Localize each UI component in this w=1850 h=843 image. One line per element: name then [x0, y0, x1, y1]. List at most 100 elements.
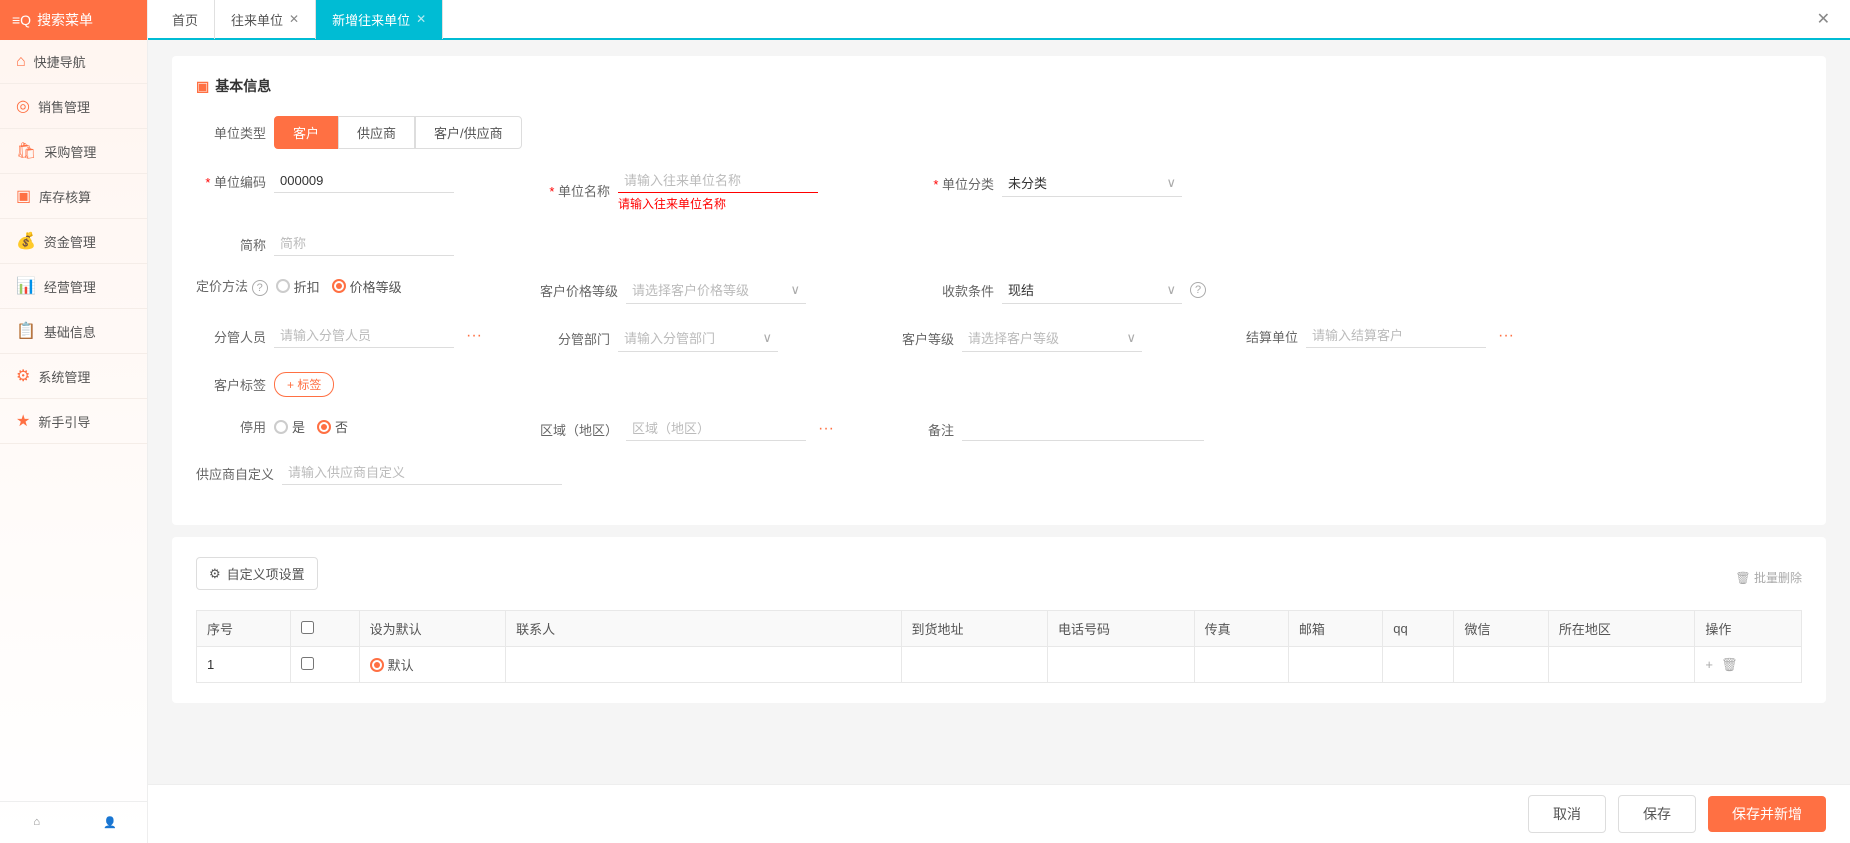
sidebar-item-purchase[interactable]: 🛍采购管理 — [0, 129, 147, 174]
unit-type-btn-customer[interactable]: 客户 — [274, 116, 338, 149]
tags-field: 客户标签 + 标签 — [196, 372, 1802, 397]
table-header-4: 到货地址 — [901, 611, 1048, 647]
abbr-field: 简称 — [196, 232, 516, 256]
row-contact[interactable] — [506, 647, 901, 683]
table-header-11: 操作 — [1695, 611, 1802, 647]
customer-price-field: 客户价格等级 请选择客户价格等级 ∨ — [540, 276, 900, 304]
unit-name-input[interactable] — [618, 169, 818, 193]
customer-level-field: 客户等级 请选择客户等级 ∨ — [884, 324, 1204, 352]
row-email[interactable] — [1288, 647, 1382, 683]
row-select-checkbox[interactable] — [301, 657, 314, 670]
row-phone[interactable] — [1048, 647, 1195, 683]
tags-row: 客户标签 + 标签 — [196, 372, 1802, 397]
unit-code-input[interactable] — [274, 169, 454, 193]
table-header-9: 微信 — [1454, 611, 1548, 647]
select-all-checkbox[interactable] — [301, 621, 314, 634]
sidebar-item-basic-info[interactable]: 📋基础信息 — [0, 309, 147, 354]
unit-type-field: 单位类型 客户供应商客户/供应商 — [196, 116, 1802, 149]
row-qq[interactable] — [1383, 647, 1454, 683]
row-checkbox[interactable] — [291, 647, 359, 683]
abbr-input[interactable] — [274, 232, 454, 256]
manager-more-icon[interactable]: ··· — [462, 327, 486, 345]
tab-transactions[interactable]: 往来单位✕ — [215, 0, 316, 39]
section-title: ▣ 基本信息 — [196, 76, 1802, 96]
chevron-down-icon: ∨ — [791, 282, 801, 298]
region-field: 区域（地区） ··· — [540, 417, 860, 441]
manager-field: 分管人员 ··· — [196, 324, 516, 348]
dept-select[interactable]: 请输入分管部门 ∨ — [618, 324, 778, 352]
unit-type-btn-supplier[interactable]: 供应商 — [338, 116, 415, 149]
unit-type-btn-both[interactable]: 客户/供应商 — [415, 116, 522, 149]
disabled-no-radio[interactable]: 否 — [317, 417, 348, 436]
system-icon: ⚙ — [16, 366, 30, 386]
tab-home[interactable]: 首页 — [156, 0, 215, 39]
row-actions: +🗑 — [1695, 647, 1802, 683]
sidebar-item-inventory[interactable]: ▣库存核算 — [0, 174, 147, 219]
unit-name-error: 请输入往来单位名称 — [618, 195, 818, 212]
sidebar-item-guide[interactable]: ★新手引导 — [0, 399, 147, 444]
row-region[interactable] — [1548, 647, 1695, 683]
cancel-button[interactable]: 取消 — [1528, 795, 1606, 833]
region-input[interactable] — [626, 417, 806, 441]
table-header-5: 电话号码 — [1048, 611, 1195, 647]
price-level-radio[interactable]: 价格等级 — [332, 277, 402, 296]
tab-new-transaction[interactable]: 新增往来单位✕ — [316, 0, 443, 39]
add-tag-button[interactable]: + 标签 — [274, 372, 334, 397]
table-header-7: 邮箱 — [1288, 611, 1382, 647]
window-close-button[interactable]: ✕ — [1805, 9, 1842, 29]
tab-close-transactions[interactable]: ✕ — [289, 12, 299, 26]
operations-icon: 📊 — [16, 276, 36, 296]
save-new-button[interactable]: 保存并新增 — [1708, 796, 1826, 832]
disabled-yes-radio[interactable]: 是 — [274, 417, 305, 436]
chevron-down-icon: ∨ — [762, 330, 772, 346]
pricing-help-icon[interactable]: ? — [252, 280, 268, 296]
supplier-custom-input[interactable] — [282, 461, 562, 485]
row-default[interactable]: 默认 — [359, 647, 506, 683]
section-icon: ▣ — [196, 78, 209, 95]
unit-type-row: 单位类型 客户供应商客户/供应商 — [196, 116, 1802, 149]
tab-close-new-transaction[interactable]: ✕ — [416, 12, 426, 26]
save-button[interactable]: 保存 — [1618, 795, 1696, 833]
settlement-more-icon[interactable]: ··· — [1494, 327, 1518, 345]
customer-level-select[interactable]: 请选择客户等级 ∨ — [962, 324, 1142, 352]
settlement-field: 结算单位 ··· — [1228, 324, 1548, 348]
yes-radio-dot — [274, 420, 288, 434]
payment-help-icon[interactable]: ? — [1190, 282, 1206, 298]
payment-select[interactable]: 现结 ∨ — [1002, 276, 1182, 304]
table-header-0: 序号 — [197, 611, 291, 647]
abbr-row: 简称 — [196, 232, 1802, 256]
sidebar-item-finance[interactable]: 💰资金管理 — [0, 219, 147, 264]
sidebar-item-sales[interactable]: ◎销售管理 — [0, 84, 147, 129]
region-more-icon[interactable]: ··· — [814, 420, 838, 438]
sidebar-item-system[interactable]: ⚙系统管理 — [0, 354, 147, 399]
dept-field: 分管部门 请输入分管部门 ∨ — [540, 324, 860, 352]
delete-row-icon[interactable]: 🗑 — [1721, 657, 1738, 673]
unit-category-select[interactable]: 未分类 ∨ — [1002, 169, 1182, 197]
table-header-8: qq — [1383, 611, 1454, 647]
customer-price-select[interactable]: 请选择客户价格等级 ∨ — [626, 276, 806, 304]
settlement-input[interactable] — [1306, 324, 1486, 348]
home-bottom[interactable]: ⌂ — [0, 810, 74, 835]
discount-radio[interactable]: 折扣 — [276, 277, 320, 296]
search-menu[interactable]: ≡Q 搜索菜单 — [0, 0, 147, 40]
row-fax[interactable] — [1194, 647, 1288, 683]
sidebar-item-quick-nav[interactable]: ⌂快捷导航 — [0, 40, 147, 84]
note-input[interactable] — [962, 417, 1204, 441]
customize-btn[interactable]: ⚙ 自定义项设置 — [196, 557, 318, 590]
user-bottom[interactable]: 👤 — [74, 810, 148, 835]
table-header-3: 联系人 — [506, 611, 901, 647]
manager-input[interactable] — [274, 324, 454, 348]
sidebar-item-operations[interactable]: 📊经营管理 — [0, 264, 147, 309]
content-area: ▣ 基本信息 单位类型 客户供应商客户/供应商 单位编码 单位名称 — [148, 40, 1850, 784]
tab-bar: 首页往来单位✕新增往来单位✕ ✕ — [148, 0, 1850, 40]
add-row-icon[interactable]: + — [1705, 657, 1713, 673]
unit-name-field: 单位名称 请输入往来单位名称 — [540, 169, 900, 212]
sidebar: ≡Q 搜索菜单 ⌂快捷导航◎销售管理🛍采购管理▣库存核算💰资金管理📊经营管理📋基… — [0, 0, 148, 843]
batch-delete[interactable]: 🗑 批量删除 — [1735, 569, 1802, 586]
row-address[interactable] — [901, 647, 1048, 683]
row-wechat[interactable] — [1454, 647, 1548, 683]
manager-row: 分管人员 ··· 分管部门 请输入分管部门 ∨ 客户等级 请选择客户等级 ∨ — [196, 324, 1802, 352]
table-card: ⚙ 自定义项设置 🗑 批量删除 序号设为默认联系人到货地址电话号码传真邮箱qq微… — [172, 537, 1826, 703]
payment-field: 收款条件 现结 ∨ ? — [924, 276, 1244, 304]
table-header-1 — [291, 611, 359, 647]
